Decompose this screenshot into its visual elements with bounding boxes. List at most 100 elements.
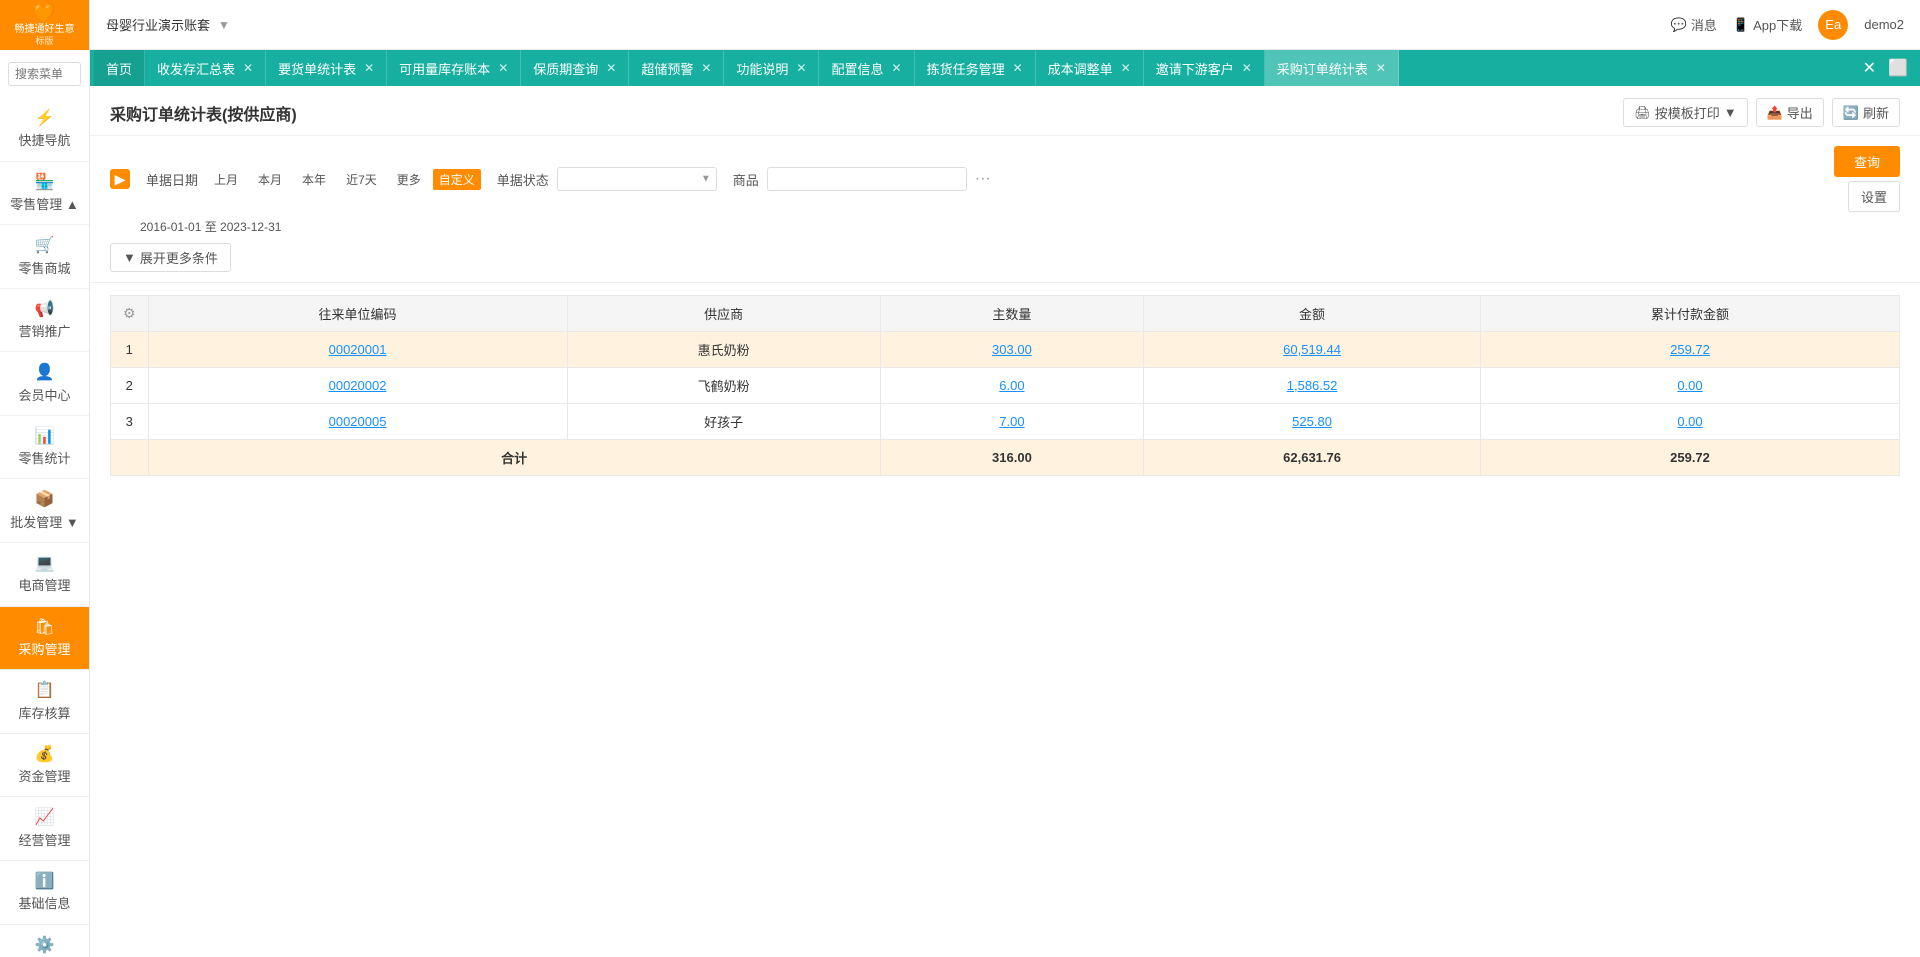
tab-pick-task[interactable]: 拣货任务管理 ✕ [915, 50, 1036, 86]
sidebar-item-purchase[interactable]: 🛍 采购管理 [0, 607, 89, 671]
status-select-wrap [557, 167, 717, 191]
paid-link[interactable]: 0.00 [1677, 378, 1702, 393]
tab-purchase-order-stats[interactable]: 采购订单统计表 ✕ [1265, 50, 1399, 86]
tab-close-icon[interactable]: ✕ [701, 61, 711, 75]
filter-goods-item: 商品 ··· [733, 167, 991, 191]
row-code: 00020001 [148, 332, 567, 368]
tab-function[interactable]: 功能说明 ✕ [724, 50, 819, 86]
export-icon: 📤 [1767, 105, 1783, 121]
sidebar: 🧡 畅捷通好生意 标版 ⚡ 快捷导航 🏪 零售管理 ▲ 🛒 零售商城 📢 营销推… [0, 0, 90, 957]
app-download-btn[interactable]: 📱 App下载 [1733, 15, 1802, 34]
purchase-icon: 🛍 [4, 617, 85, 639]
tab-label: 邀请下游客户 [1156, 59, 1234, 78]
workspace-name: 母婴行业演示账套 [106, 15, 210, 34]
export-button[interactable]: 📤 导出 [1756, 98, 1824, 127]
sidebar-item-quicknav[interactable]: ⚡ 快捷导航 [0, 98, 89, 162]
amount-link[interactable]: 525.80 [1292, 414, 1332, 429]
print-button[interactable]: 🖨 按模板打印 ▼ [1623, 98, 1747, 127]
sidebar-item-inventory[interactable]: 📋 库存核算 [0, 670, 89, 734]
sidebar-item-basic-info[interactable]: ℹ️ 基础信息 [0, 861, 89, 925]
shortcut-7days[interactable]: 近7天 [338, 169, 385, 190]
tab-close-icon[interactable]: ✕ [1376, 61, 1386, 75]
tab-close-all-btn[interactable]: ✕ [1859, 56, 1880, 80]
filter-date-item: 单据日期 上月 本月 本年 近7天 更多 自定义 [146, 169, 481, 190]
column-settings-icon[interactable]: ⚙ [123, 305, 136, 321]
sidebar-item-operations[interactable]: 📈 经营管理 [0, 797, 89, 861]
tab-close-icon[interactable]: ✕ [1242, 61, 1252, 75]
tab-close-icon[interactable]: ✕ [1013, 61, 1023, 75]
sidebar-item-label: 采购管理 [18, 642, 70, 657]
table-body: 1 00020001 惠氏奶粉 303.00 60,519.44 [111, 332, 1900, 440]
amount-link[interactable]: 1,586.52 [1287, 378, 1338, 393]
tab-config[interactable]: 配置信息 ✕ [819, 50, 914, 86]
date-custom-badge[interactable]: 自定义 [433, 169, 481, 190]
code-link[interactable]: 00020002 [329, 378, 387, 393]
sidebar-item-wholesale[interactable]: 📦 批发管理 ▼ [0, 479, 89, 543]
tab-close-icon[interactable]: ✕ [606, 61, 616, 75]
tab-cost-adjust[interactable]: 成本调整单 ✕ [1036, 50, 1144, 86]
status-select[interactable] [557, 167, 717, 191]
sidebar-item-marketing[interactable]: 📢 营销推广 [0, 289, 89, 353]
row-no: 3 [111, 404, 149, 440]
tab-expiry[interactable]: 保质期查询 ✕ [521, 50, 629, 86]
tab-invite-downstream[interactable]: 邀请下游客户 ✕ [1144, 50, 1265, 86]
shortcut-last-month[interactable]: 上月 [206, 169, 246, 190]
tab-close-icon[interactable]: ✕ [892, 61, 902, 75]
sidebar-item-finance[interactable]: 💰 资金管理 [0, 734, 89, 798]
tab-maximize-btn[interactable]: ⬜ [1884, 56, 1912, 80]
retailmgmt-icon: 🏪 [4, 172, 85, 194]
qty-link[interactable]: 303.00 [992, 342, 1032, 357]
goods-more-btn[interactable]: ··· [975, 170, 991, 188]
tab-available-stock[interactable]: 可用量库存账本 ✕ [387, 50, 521, 86]
search-input[interactable] [8, 62, 81, 86]
shortcut-this-month[interactable]: 本月 [250, 169, 290, 190]
sidebar-item-retail-stats[interactable]: 📊 零售统计 [0, 416, 89, 480]
shortcut-this-year[interactable]: 本年 [294, 169, 334, 190]
user-avatar[interactable]: Ea [1818, 10, 1848, 40]
sidebar-search-area[interactable] [0, 50, 89, 98]
print-dropdown-icon: ▼ [1724, 105, 1737, 120]
qty-link[interactable]: 7.00 [999, 414, 1024, 429]
sidebar-item-label: 库存核算 [18, 706, 70, 721]
paid-link[interactable]: 259.72 [1670, 342, 1710, 357]
tab-home[interactable]: 首页 [94, 50, 145, 86]
tab-close-icon[interactable]: ✕ [243, 61, 253, 75]
expand-more-button[interactable]: ▼ 展开更多条件 [110, 243, 231, 272]
sidebar-item-label: 经营管理 [18, 833, 70, 848]
sidebar-item-retail-mgmt[interactable]: 🏪 零售管理 ▲ [0, 162, 89, 226]
paid-link[interactable]: 0.00 [1677, 414, 1702, 429]
qty-link[interactable]: 6.00 [999, 378, 1024, 393]
tab-close-icon[interactable]: ✕ [796, 61, 806, 75]
goods-filter-label: 商品 [733, 170, 759, 189]
tab-close-icon[interactable]: ✕ [1121, 61, 1131, 75]
app-logo-text: 畅捷通好生意 [15, 24, 75, 36]
code-link[interactable]: 00020005 [329, 414, 387, 429]
message-btn[interactable]: 💬 消息 [1671, 15, 1717, 34]
tab-order-stats[interactable]: 要货单统计表 ✕ [266, 50, 387, 86]
tab-receive-send[interactable]: 收发存汇总表 ✕ [145, 50, 266, 86]
sidebar-item-system[interactable]: ⚙️ 系统管理 [0, 925, 89, 957]
amount-link[interactable]: 60,519.44 [1283, 342, 1341, 357]
shortcut-more[interactable]: 更多 [389, 169, 429, 190]
settings-button[interactable]: 设置 [1848, 181, 1900, 212]
tab-close-icon[interactable]: ✕ [498, 61, 508, 75]
avatar-text: Ea [1825, 17, 1841, 32]
sidebar-item-member[interactable]: 👤 会员中心 [0, 352, 89, 416]
goods-input[interactable] [767, 167, 967, 191]
message-icon: 💬 [1671, 17, 1687, 33]
footer-qty: 316.00 [880, 440, 1143, 476]
filter-toggle-button[interactable]: ▶ [110, 169, 130, 189]
query-button[interactable]: 查询 [1834, 146, 1900, 177]
tab-label: 采购订单统计表 [1277, 59, 1368, 78]
tab-label: 功能说明 [736, 59, 788, 78]
refresh-label: 刷新 [1863, 103, 1889, 122]
refresh-button[interactable]: 🔄 刷新 [1832, 98, 1900, 127]
tab-close-icon[interactable]: ✕ [364, 61, 374, 75]
user-name: demo2 [1864, 17, 1904, 32]
row-qty: 7.00 [880, 404, 1143, 440]
sidebar-item-ecommerce[interactable]: 💻 电商管理 [0, 543, 89, 607]
code-link[interactable]: 00020001 [329, 342, 387, 357]
sidebar-item-retail-mall[interactable]: 🛒 零售商城 [0, 225, 89, 289]
row-paid: 259.72 [1481, 332, 1900, 368]
tab-overstock[interactable]: 超储预警 ✕ [629, 50, 724, 86]
